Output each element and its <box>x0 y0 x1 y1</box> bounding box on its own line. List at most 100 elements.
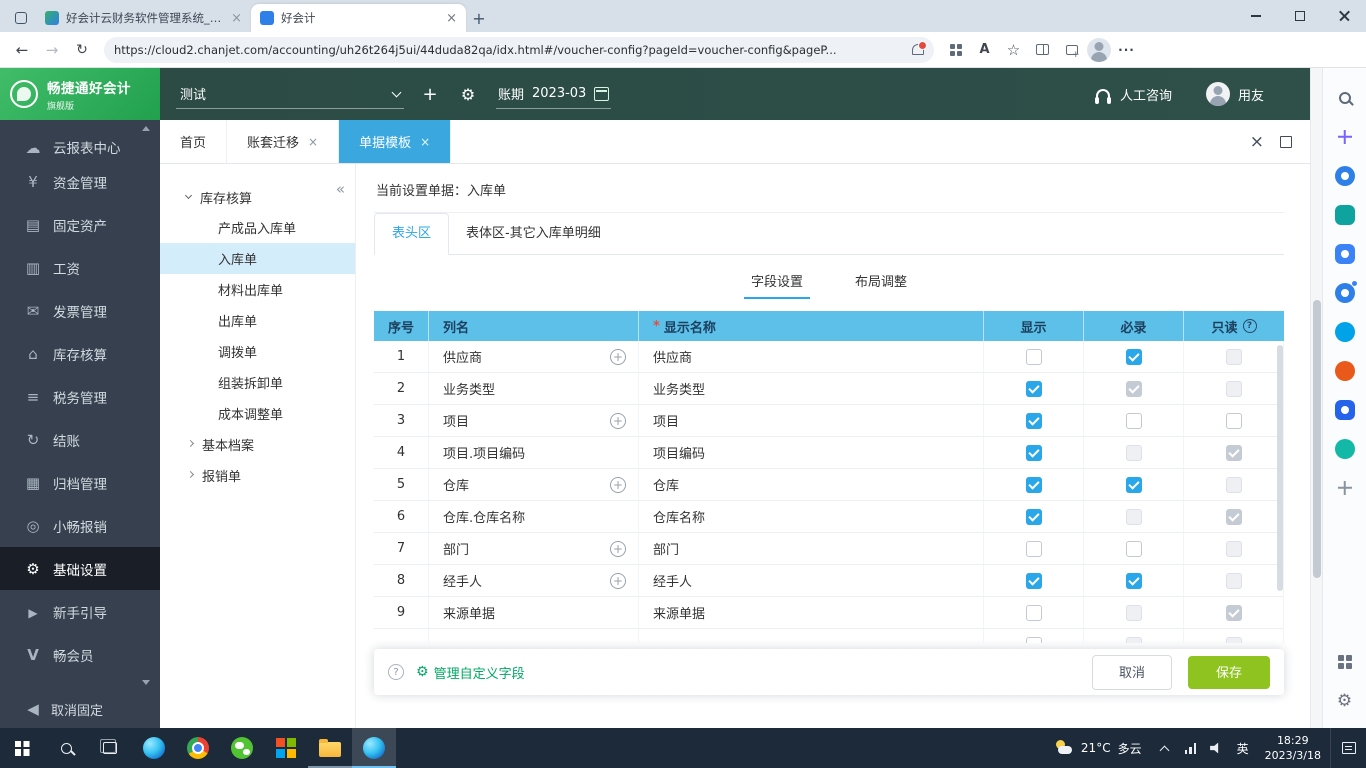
tree-item[interactable]: 组装拆卸单 <box>160 367 355 398</box>
unpin-sidebar-button[interactable]: 取消固定 <box>0 690 160 728</box>
start-button[interactable] <box>0 728 44 768</box>
tree-item[interactable]: 入库单 <box>160 243 355 274</box>
save-button[interactable]: 保存 <box>1187 655 1270 689</box>
required-checkbox[interactable] <box>1125 348 1142 365</box>
browser-tab-active[interactable]: 好会计 <box>251 4 466 32</box>
sidebar-item-member[interactable]: 畅会员 <box>0 633 160 676</box>
readonly-checkbox[interactable] <box>1225 604 1242 621</box>
readonly-checkbox[interactable] <box>1225 572 1242 589</box>
apps-grid-icon[interactable] <box>942 36 969 63</box>
taskbar-appgrid-icon[interactable] <box>264 728 308 768</box>
cell-display-name[interactable]: 经手人 <box>639 565 984 596</box>
show-checkbox[interactable] <box>1025 636 1042 643</box>
page-tab[interactable]: 账套迁移 <box>227 120 340 163</box>
tree-item[interactable]: 出库单 <box>160 305 355 336</box>
sidebar-item-tax[interactable]: 税务管理 <box>0 375 160 418</box>
user-menu[interactable]: 用友 <box>1205 82 1264 106</box>
region-tab[interactable]: 表头区 <box>374 213 450 255</box>
page-tab[interactable]: 单据模板 <box>339 120 452 163</box>
scrollbar-thumb[interactable] <box>1313 300 1321 578</box>
new-tab-button[interactable] <box>466 5 492 31</box>
tab-close-icon[interactable] <box>446 12 457 25</box>
question-icon[interactable] <box>388 664 404 680</box>
support-link[interactable]: 人工咨询 <box>1120 85 1172 104</box>
account-settings-button[interactable] <box>456 82 480 106</box>
required-checkbox[interactable] <box>1125 540 1142 557</box>
show-checkbox[interactable] <box>1025 476 1042 493</box>
show-checkbox[interactable] <box>1025 572 1042 589</box>
readonly-checkbox[interactable] <box>1225 508 1242 525</box>
cell-display-name[interactable]: 仓库名称 <box>639 501 984 532</box>
taskbar-search-button[interactable] <box>44 728 88 768</box>
cell-display-name[interactable]: 业务类型 <box>639 373 984 404</box>
action-center-button[interactable] <box>1330 728 1366 768</box>
required-checkbox[interactable] <box>1125 476 1142 493</box>
browser-tab-inactive[interactable]: 好会计云财务软件管理系统_会计 <box>36 4 251 32</box>
notifications-blocked-icon[interactable] <box>912 41 927 55</box>
account-select[interactable]: 测试 <box>176 79 404 109</box>
required-checkbox[interactable] <box>1125 572 1142 589</box>
minimize-button[interactable] <box>1234 0 1278 32</box>
split-screen-icon[interactable] <box>1029 36 1056 63</box>
people-icon[interactable] <box>1328 273 1362 312</box>
show-checkbox[interactable] <box>1025 348 1042 365</box>
browser-profile-avatar[interactable] <box>1087 37 1111 62</box>
address-bar[interactable]: https://cloud2.chanjet.com/accounting/uh… <box>104 36 934 63</box>
show-checkbox[interactable] <box>1025 412 1042 429</box>
show-checkbox[interactable] <box>1025 444 1042 461</box>
required-checkbox[interactable] <box>1125 508 1142 525</box>
maximize-button[interactable] <box>1278 0 1322 32</box>
tree-group[interactable]: 报销单 <box>160 460 355 491</box>
readonly-checkbox[interactable] <box>1225 380 1242 397</box>
downloads-icon[interactable] <box>1328 390 1362 429</box>
add-field-icon[interactable] <box>610 412 626 429</box>
ime-indicator[interactable]: 英 <box>1230 740 1256 757</box>
skype-icon[interactable] <box>1328 312 1362 351</box>
taskbar-wechat-icon[interactable] <box>220 728 264 768</box>
show-checkbox[interactable] <box>1025 380 1042 397</box>
readonly-checkbox[interactable] <box>1225 412 1242 429</box>
sidebar-item-settings[interactable]: 基础设置 <box>0 547 160 590</box>
sidebar-item-guide[interactable]: 新手引导 <box>0 590 160 633</box>
settings-icon[interactable] <box>1328 681 1362 720</box>
sidebar-scroll-up[interactable] <box>0 120 160 134</box>
add-field-icon[interactable] <box>610 540 626 557</box>
required-checkbox[interactable] <box>1125 604 1142 621</box>
clock[interactable]: 18:29 2023/3/18 <box>1256 733 1330 764</box>
copilot-icon[interactable] <box>1328 117 1362 156</box>
collapse-tree-icon[interactable] <box>336 182 345 197</box>
sidebar-item-asset[interactable]: 固定资产 <box>0 203 160 246</box>
add-field-icon[interactable] <box>610 348 626 365</box>
tree-item[interactable]: 调拨单 <box>160 336 355 367</box>
sub-tab[interactable]: 布局调整 <box>855 271 907 299</box>
close-tab-icon[interactable] <box>308 136 318 148</box>
task-view-button[interactable] <box>88 728 132 768</box>
tree-item[interactable]: 产成品入库单 <box>160 212 355 243</box>
sidebar-item-invoice[interactable]: 发票管理 <box>0 289 160 332</box>
weather-widget[interactable]: 21°C 多云 <box>1044 740 1152 757</box>
tree-root[interactable]: 库存核算 <box>160 182 355 212</box>
period-picker[interactable]: 账期 2023-03 <box>496 79 612 109</box>
apps-icon[interactable] <box>1328 642 1362 681</box>
sidebar-scroll-down[interactable] <box>0 676 160 690</box>
readonly-checkbox[interactable] <box>1225 636 1242 643</box>
page-scrollbar[interactable] <box>1310 68 1322 728</box>
add-icon[interactable] <box>1328 468 1362 507</box>
table-scrollbar[interactable] <box>1277 345 1283 591</box>
office-icon[interactable] <box>1328 351 1362 390</box>
taskbar-edge-icon[interactable] <box>352 728 396 768</box>
add-account-button[interactable] <box>418 82 442 106</box>
brand-logo-block[interactable]: 畅捷通好会计 旗舰版 <box>0 68 160 120</box>
tree-item[interactable]: 材料出库单 <box>160 274 355 305</box>
taskbar-edge-icon[interactable] <box>132 728 176 768</box>
region-tab[interactable]: 表体区-其它入库单明细 <box>449 214 618 254</box>
show-checkbox[interactable] <box>1025 604 1042 621</box>
show-checkbox[interactable] <box>1025 508 1042 525</box>
cell-display-name[interactable]: 供应商 <box>639 341 984 372</box>
help-icon[interactable] <box>1242 319 1257 333</box>
cell-display-name[interactable]: 来源单据 <box>639 597 984 628</box>
required-checkbox[interactable] <box>1125 636 1142 643</box>
favorite-star-icon[interactable] <box>1000 36 1027 63</box>
readonly-checkbox[interactable] <box>1225 444 1242 461</box>
workspace-icon[interactable] <box>6 4 36 32</box>
